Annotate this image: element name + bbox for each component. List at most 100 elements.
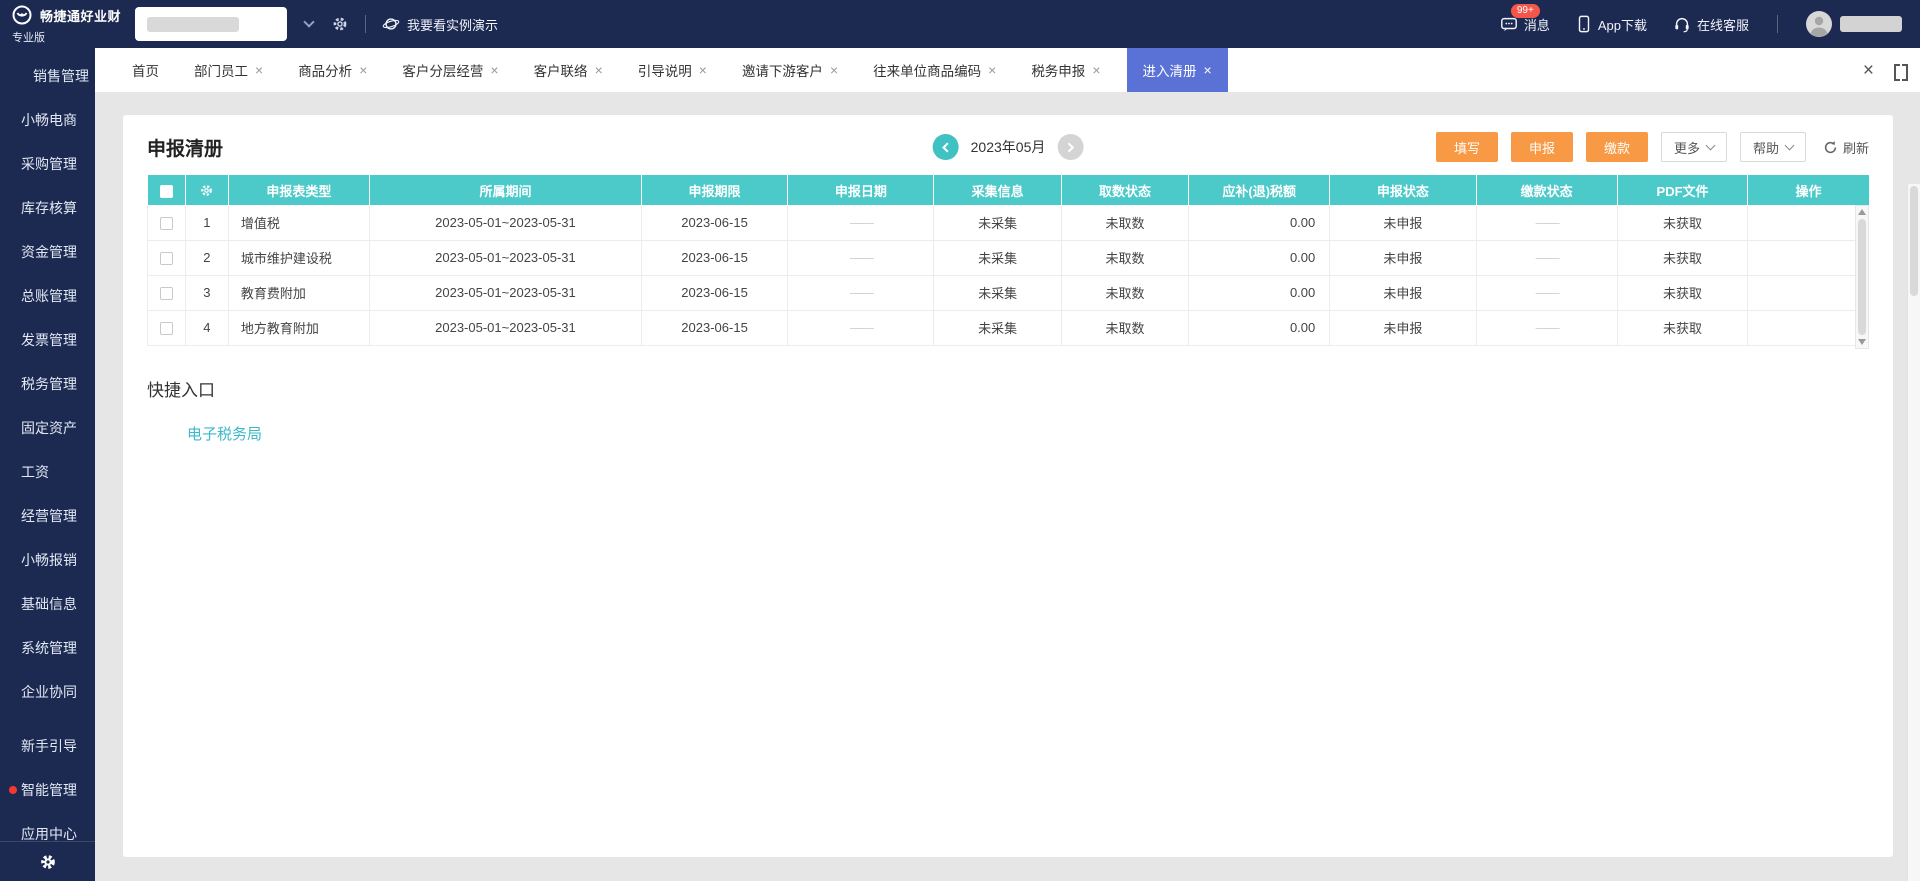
sidebar-item-label: 资金管理: [21, 244, 77, 260]
sidebar-item[interactable]: 智能管理: [0, 768, 95, 812]
sidebar-item[interactable]: 总账管理: [0, 274, 95, 318]
tab[interactable]: 商品分析: [289, 48, 376, 92]
sidebar-item-label: 小畅报销: [21, 552, 77, 568]
tab-close-icon[interactable]: [490, 63, 498, 77]
row-status-cell: 未申报: [1329, 275, 1477, 311]
tab-close-icon[interactable]: [830, 63, 838, 77]
fullscreen-icon[interactable]: [1894, 63, 1908, 81]
scroll-down-arrow[interactable]: [1858, 339, 1866, 345]
org-selector[interactable]: [135, 7, 288, 41]
sidebar-item-label: 系统管理: [21, 640, 77, 656]
table-scrollbar[interactable]: [1855, 205, 1869, 349]
sidebar-item[interactable]: 销售管理: [0, 54, 95, 98]
tab[interactable]: 引导说明: [629, 48, 716, 92]
prev-month-button[interactable]: [932, 134, 959, 160]
refresh-icon: [1823, 140, 1838, 155]
more-button[interactable]: 更多: [1660, 132, 1727, 162]
tab-label: 客户分层经营: [402, 64, 484, 79]
sidebar-item[interactable]: 企业协同: [0, 670, 95, 714]
support-label: 在线客服: [1696, 17, 1749, 33]
tab-close-icon[interactable]: [359, 63, 367, 77]
row-checkbox[interactable]: [159, 216, 173, 230]
tab-close-icon[interactable]: [255, 63, 263, 77]
quick-entry-title: 快捷入口: [147, 380, 215, 400]
row-operation-cell: [1747, 240, 1869, 276]
sidebar-item[interactable]: 发票管理: [0, 318, 95, 362]
app-download-label: App下载: [1597, 17, 1647, 33]
sidebar-item-label: 经营管理: [21, 508, 77, 524]
table-row[interactable]: 3 教育费附加 2023-05-01~2023-05-31 2023-06-15…: [147, 275, 1869, 311]
declare-button[interactable]: 申报: [1510, 132, 1573, 162]
sidebar-item[interactable]: 小畅报销: [0, 538, 95, 582]
tab[interactable]: 客户分层经营: [393, 48, 507, 92]
help-button[interactable]: 帮助: [1739, 132, 1806, 162]
row-type-cell: 城市维护建设税: [228, 240, 370, 276]
scroll-up-arrow[interactable]: [1858, 209, 1866, 215]
sidebar-item[interactable]: 资金管理: [0, 230, 95, 274]
user-account[interactable]: [1806, 11, 1902, 37]
row-seq-cell: 3: [185, 275, 229, 311]
tab[interactable]: 邀请下游客户: [733, 48, 847, 92]
sidebar-item[interactable]: 小畅电商: [0, 98, 95, 142]
sidebar-item-label: 工资: [21, 464, 49, 480]
row-checkbox[interactable]: [159, 287, 173, 301]
tab-close-icon[interactable]: [988, 63, 996, 77]
etax-bureau-link[interactable]: 电子税务局: [187, 426, 262, 443]
column-gear-icon[interactable]: [199, 183, 214, 198]
tab[interactable]: 进入清册: [1126, 48, 1228, 92]
tab[interactable]: 首页: [123, 48, 168, 92]
row-checkbox[interactable]: [159, 322, 173, 336]
scrollbar-thumb[interactable]: [1858, 219, 1866, 335]
sidebar-item[interactable]: 系统管理: [0, 626, 95, 670]
tabbar: 首页 部门员工 商品分析 客户分层经营 客户联络 引导说明 邀请下游客户 往来单位商品编码 税务…: [95, 48, 1920, 92]
sidebar-settings-button[interactable]: [0, 841, 95, 881]
demo-link[interactable]: 我要看实例演示: [382, 15, 498, 34]
next-month-button[interactable]: [1057, 134, 1084, 160]
tab-close-icon[interactable]: [1092, 63, 1100, 77]
row-pay-status-cell: ——: [1476, 205, 1618, 241]
col-header-amount: 应补(退)税额: [1188, 175, 1331, 205]
tab[interactable]: 部门员工: [185, 48, 272, 92]
planet-icon: [382, 15, 400, 33]
sidebar-item[interactable]: 采购管理: [0, 142, 95, 186]
row-fetch-cell: 未取数: [1061, 240, 1190, 276]
org-chevron-down-icon[interactable]: [303, 16, 315, 28]
tab[interactable]: 往来单位商品编码: [864, 48, 1005, 92]
row-checkbox[interactable]: [159, 252, 173, 266]
sidebar-item[interactable]: 固定资产: [0, 406, 95, 450]
page-scrollbar[interactable]: [1907, 184, 1920, 881]
page-scrollbar-thumb[interactable]: [1910, 186, 1918, 296]
sidebar-item[interactable]: 税务管理: [0, 362, 95, 406]
support-button[interactable]: 在线客服: [1673, 15, 1749, 34]
tab-close-icon[interactable]: [1204, 63, 1212, 77]
sidebar-item[interactable]: 工资: [0, 450, 95, 494]
col-header-declare-status: 申报状态: [1329, 175, 1477, 205]
row-operation-cell: [1747, 205, 1869, 241]
sidebar-item[interactable]: 库存核算: [0, 186, 95, 230]
tab[interactable]: 客户联络: [525, 48, 612, 92]
messages-button[interactable]: 99+ 消息: [1500, 3, 1550, 34]
table-row[interactable]: 1 增值税 2023-05-01~2023-05-31 2023-06-15 —…: [147, 205, 1869, 241]
col-header-collect: 采集信息: [933, 175, 1062, 205]
sidebar-item[interactable]: 基础信息: [0, 582, 95, 626]
pay-button[interactable]: 缴款: [1585, 132, 1648, 162]
tab-close-icon[interactable]: [699, 63, 707, 77]
app-download-button[interactable]: App下载: [1576, 15, 1647, 34]
fill-button[interactable]: 填写: [1435, 132, 1498, 162]
sidebar-item[interactable]: 新手引导: [0, 724, 95, 768]
refresh-button[interactable]: 刷新: [1823, 138, 1869, 157]
row-period-cell: 2023-05-01~2023-05-31: [369, 240, 642, 276]
sidebar-item[interactable]: 经营管理: [0, 494, 95, 538]
settings-gear-icon[interactable]: [331, 15, 349, 33]
sidebar-item-label: 销售管理: [33, 68, 89, 84]
tab[interactable]: 税务申报: [1022, 48, 1109, 92]
table-row[interactable]: 2 城市维护建设税 2023-05-01~2023-05-31 2023-06-…: [147, 240, 1869, 276]
close-all-tabs-icon[interactable]: [1863, 61, 1874, 80]
table-row[interactable]: 4 地方教育附加 2023-05-01~2023-05-31 2023-06-1…: [147, 310, 1869, 346]
tab-close-icon[interactable]: [595, 63, 603, 77]
chevron-down-icon: [1784, 140, 1795, 151]
chevron-down-icon: [1705, 140, 1716, 151]
select-all-checkbox[interactable]: [159, 184, 173, 198]
sidebar-item-label: 总账管理: [21, 288, 77, 304]
row-seq-cell: 2: [185, 240, 229, 276]
